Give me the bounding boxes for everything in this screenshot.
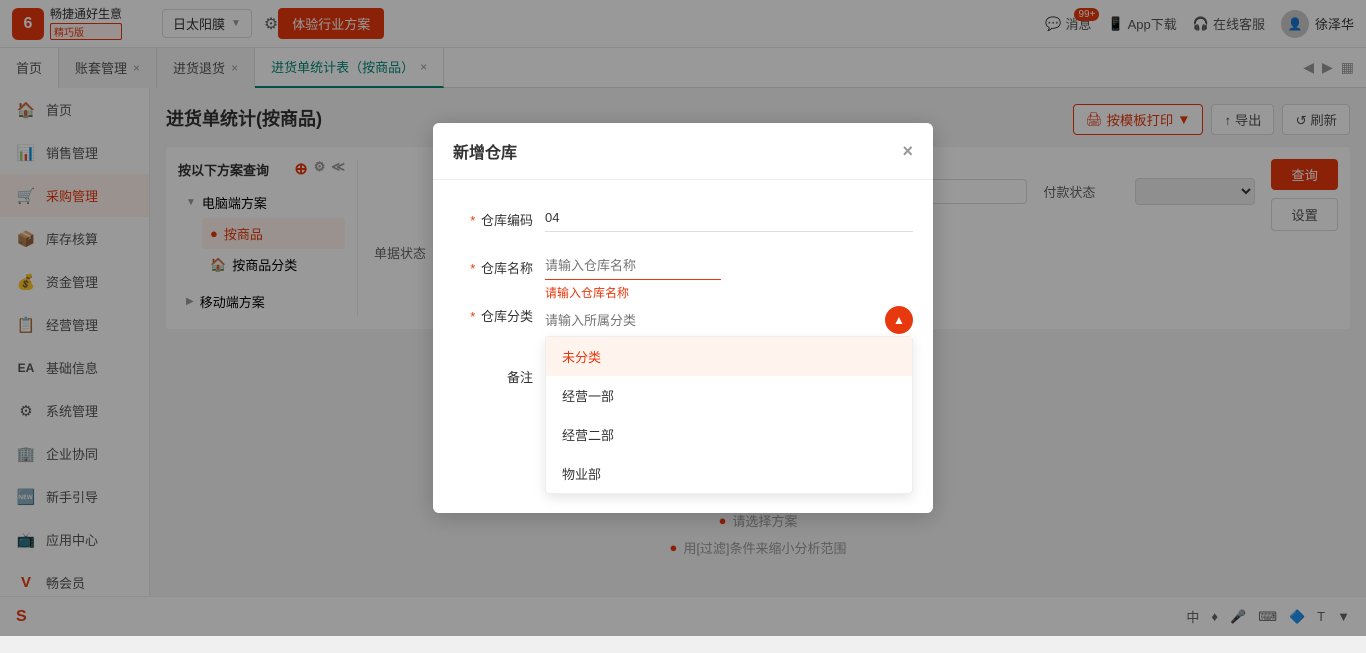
category-label: * 仓库分类 xyxy=(453,300,533,325)
category-input-row: ▲ xyxy=(545,300,913,341)
modal-body: * 仓库编码 * 仓库名称 请输入仓库名称 * xyxy=(433,180,933,445)
category-dropdown-toggle[interactable]: ▲ xyxy=(885,306,913,334)
note-label: 备注 xyxy=(453,361,533,386)
category-dropdown-list: 未分类 经营一部 经营二部 物业部 xyxy=(545,336,913,494)
category-option-unclassified[interactable]: 未分类 xyxy=(546,337,912,376)
form-row-code: * 仓库编码 xyxy=(453,204,913,232)
category-input[interactable] xyxy=(545,313,885,328)
code-input[interactable] xyxy=(545,204,913,232)
modal-dialog: 新增仓库 × * 仓库编码 * 仓库名称 xyxy=(433,123,933,513)
name-label: * 仓库名称 xyxy=(453,252,533,277)
required-star-code: * xyxy=(470,213,475,228)
name-error-msg: 请输入仓库名称 xyxy=(545,284,629,301)
required-star-name: * xyxy=(470,261,475,276)
modal-title: 新增仓库 xyxy=(453,139,517,163)
required-star-category: * xyxy=(470,309,475,324)
category-option-dept1[interactable]: 经营一部 xyxy=(546,376,912,415)
name-input[interactable] xyxy=(545,252,721,280)
form-row-category: * 仓库分类 ▲ 未分类 经营一部 经营二部 物业部 xyxy=(453,300,913,341)
category-option-dept3[interactable]: 物业部 xyxy=(546,454,912,493)
modal-header: 新增仓库 × xyxy=(433,123,933,180)
modal-close-button[interactable]: × xyxy=(902,141,913,162)
category-dropdown-wrapper: ▲ 未分类 经营一部 经营二部 物业部 xyxy=(545,300,913,341)
form-row-name: * 仓库名称 请输入仓库名称 xyxy=(453,252,913,280)
modal-overlay: 新增仓库 × * 仓库编码 * 仓库名称 xyxy=(0,0,1366,636)
category-option-dept2[interactable]: 经营二部 xyxy=(546,415,912,454)
code-label: * 仓库编码 xyxy=(453,204,533,229)
